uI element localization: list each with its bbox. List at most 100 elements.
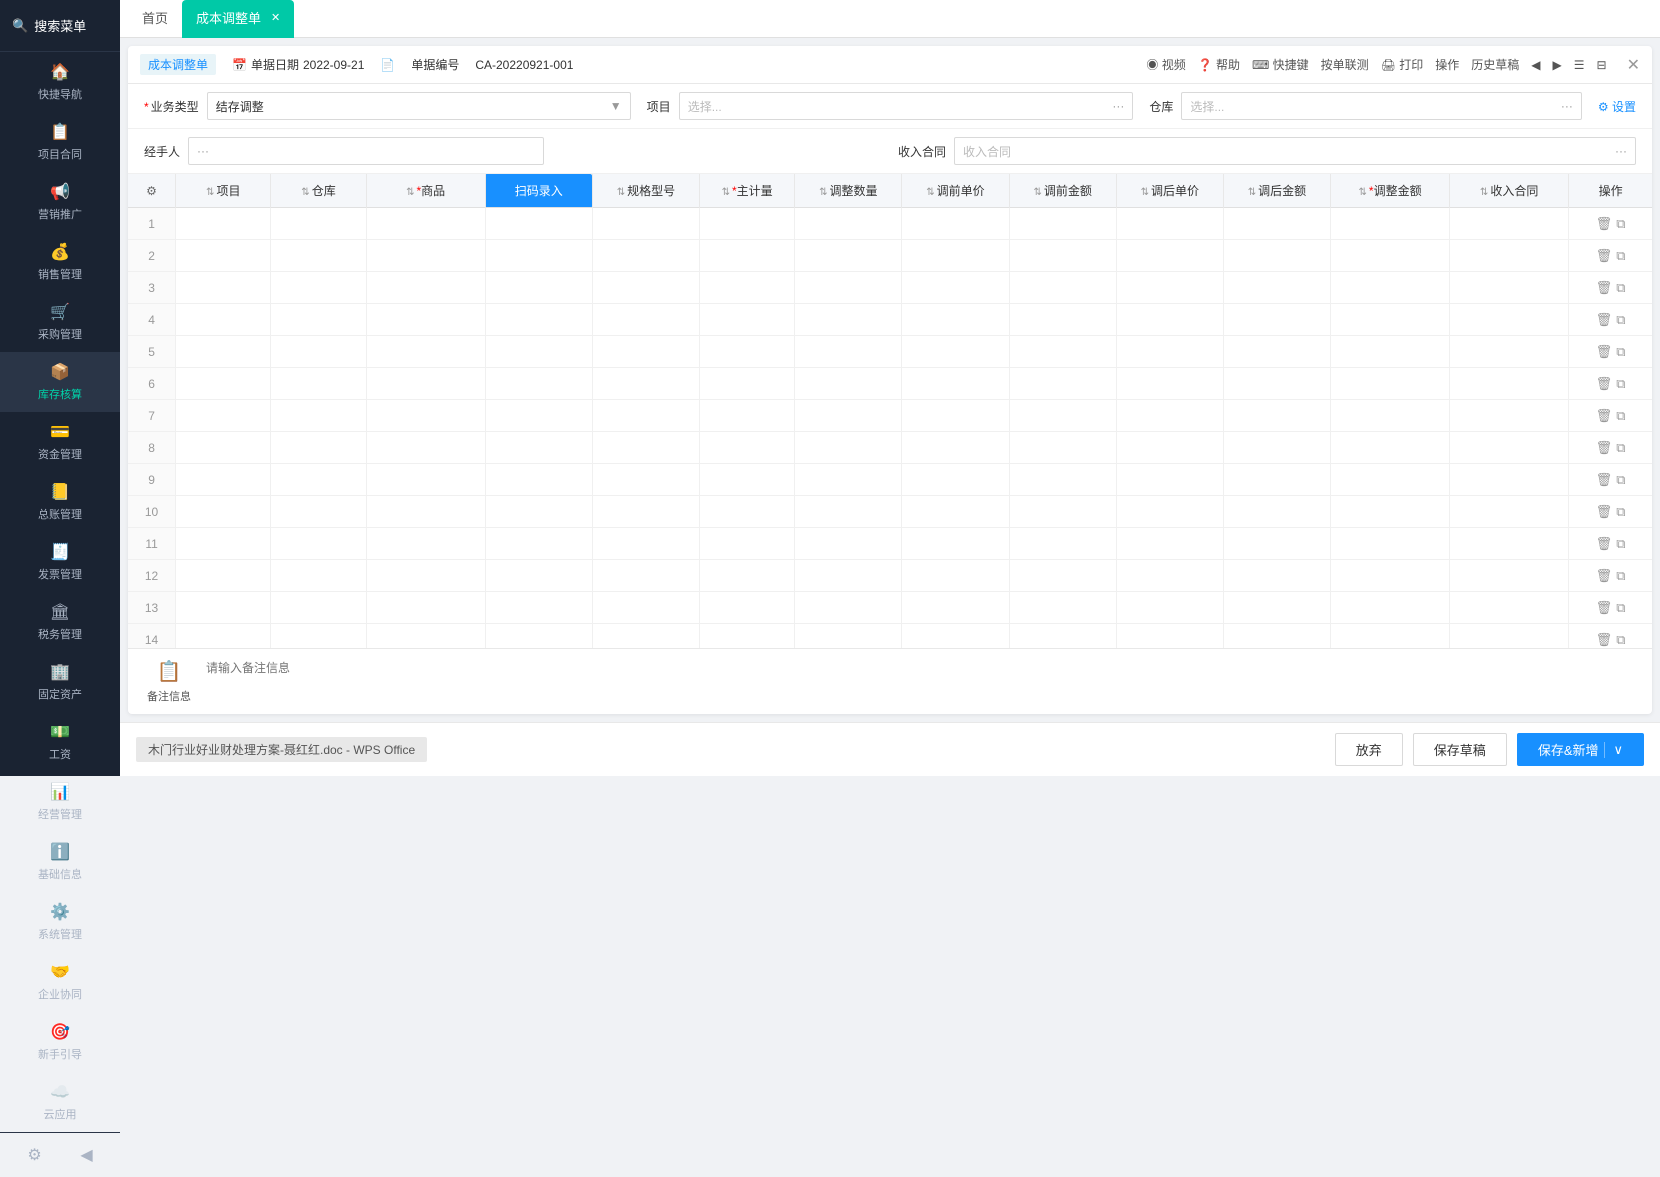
cell-project[interactable] bbox=[176, 304, 271, 336]
cell-product[interactable] bbox=[366, 208, 485, 240]
cell-after-price[interactable] bbox=[1116, 432, 1223, 464]
cell-scan[interactable] bbox=[485, 240, 592, 272]
cell-income-contract[interactable] bbox=[1450, 528, 1569, 560]
copy-row-icon[interactable]: ⧉ bbox=[1616, 504, 1625, 520]
cell-after-price[interactable] bbox=[1116, 304, 1223, 336]
cell-after-price[interactable] bbox=[1116, 464, 1223, 496]
cell-before-price[interactable] bbox=[902, 496, 1009, 528]
sidebar-item-invoice-mgmt[interactable]: 🧾 发票管理 bbox=[0, 532, 120, 592]
action-video[interactable]: ◉ 视频 bbox=[1146, 56, 1185, 73]
cell-before-amount[interactable] bbox=[1009, 304, 1116, 336]
cell-after-price[interactable] bbox=[1116, 368, 1223, 400]
cell-income-contract[interactable] bbox=[1450, 208, 1569, 240]
cell-before-price[interactable] bbox=[902, 528, 1009, 560]
discard-button[interactable]: 放弃 bbox=[1335, 733, 1403, 766]
remarks-input[interactable] bbox=[206, 659, 1636, 687]
cell-product[interactable] bbox=[366, 240, 485, 272]
cell-before-amount[interactable] bbox=[1009, 528, 1116, 560]
cell-spec[interactable] bbox=[592, 528, 699, 560]
cell-before-price[interactable] bbox=[902, 272, 1009, 304]
delete-row-icon[interactable]: 🗑 bbox=[1596, 312, 1613, 328]
delete-row-icon[interactable]: 🗑 bbox=[1596, 408, 1613, 424]
collapse-icon[interactable]: ◀ bbox=[80, 1145, 92, 1165]
cell-adjust-qty[interactable] bbox=[795, 336, 902, 368]
cell-income-contract[interactable] bbox=[1450, 560, 1569, 592]
sidebar-item-fixed-assets[interactable]: 🏢 固定资产 bbox=[0, 652, 120, 712]
cell-after-price[interactable] bbox=[1116, 592, 1223, 624]
cell-before-amount[interactable] bbox=[1009, 336, 1116, 368]
cell-unit[interactable] bbox=[700, 240, 795, 272]
cell-product[interactable] bbox=[366, 304, 485, 336]
cell-scan[interactable] bbox=[485, 592, 592, 624]
cell-warehouse[interactable] bbox=[271, 432, 366, 464]
cell-product[interactable] bbox=[366, 496, 485, 528]
cell-after-price[interactable] bbox=[1116, 560, 1223, 592]
sidebar-item-cloud-app[interactable]: ☁️ 云应用 bbox=[0, 1072, 120, 1132]
copy-row-icon[interactable]: ⧉ bbox=[1616, 408, 1625, 424]
th-scan[interactable]: 扫码录入 bbox=[485, 174, 592, 208]
copy-row-icon[interactable]: ⧉ bbox=[1616, 568, 1625, 584]
cell-unit[interactable] bbox=[700, 368, 795, 400]
sidebar-item-payroll[interactable]: 💵 工资 bbox=[0, 712, 120, 772]
cell-before-amount[interactable] bbox=[1009, 496, 1116, 528]
cell-before-amount[interactable] bbox=[1009, 464, 1116, 496]
cell-before-price[interactable] bbox=[902, 368, 1009, 400]
sidebar-item-ops-mgmt[interactable]: 📊 经营管理 bbox=[0, 772, 120, 832]
cell-unit[interactable] bbox=[700, 208, 795, 240]
cell-adjust-qty[interactable] bbox=[795, 272, 902, 304]
cell-unit[interactable] bbox=[700, 432, 795, 464]
copy-row-icon[interactable]: ⧉ bbox=[1616, 376, 1625, 392]
save-draft-button[interactable]: 保存草稿 bbox=[1413, 733, 1507, 766]
cell-after-amount[interactable] bbox=[1223, 496, 1330, 528]
cell-adjust-amount[interactable] bbox=[1331, 464, 1450, 496]
cell-adjust-qty[interactable] bbox=[795, 592, 902, 624]
cell-project[interactable] bbox=[176, 432, 271, 464]
cell-project[interactable] bbox=[176, 272, 271, 304]
cell-before-price[interactable] bbox=[902, 560, 1009, 592]
cell-scan[interactable] bbox=[485, 624, 592, 649]
copy-row-icon[interactable]: ⧉ bbox=[1616, 440, 1625, 456]
cell-adjust-qty[interactable] bbox=[795, 368, 902, 400]
cell-unit[interactable] bbox=[700, 624, 795, 649]
cell-warehouse[interactable] bbox=[271, 336, 366, 368]
cell-warehouse[interactable] bbox=[271, 400, 366, 432]
sidebar-item-ledger-mgmt[interactable]: 📒 总账管理 bbox=[0, 472, 120, 532]
cell-project[interactable] bbox=[176, 240, 271, 272]
cell-unit[interactable] bbox=[700, 272, 795, 304]
delete-row-icon[interactable]: 🗑 bbox=[1596, 344, 1613, 360]
action-print[interactable]: 🖨 打印 bbox=[1381, 56, 1424, 73]
save-new-button[interactable]: 保存&新增 ∨ bbox=[1517, 733, 1644, 766]
cell-scan[interactable] bbox=[485, 528, 592, 560]
delete-row-icon[interactable]: 🗑 bbox=[1596, 632, 1613, 648]
settings-icon[interactable]: ⚙ bbox=[27, 1145, 41, 1165]
sidebar-item-purchase-mgmt[interactable]: 🛒 采购管理 bbox=[0, 292, 120, 352]
cell-after-amount[interactable] bbox=[1223, 208, 1330, 240]
project-dots[interactable]: ··· bbox=[1112, 99, 1124, 113]
cell-before-amount[interactable] bbox=[1009, 240, 1116, 272]
copy-row-icon[interactable]: ⧉ bbox=[1616, 280, 1625, 296]
cell-after-price[interactable] bbox=[1116, 208, 1223, 240]
sidebar-item-sys-mgmt[interactable]: ⚙️ 系统管理 bbox=[0, 892, 120, 952]
cell-unit[interactable] bbox=[700, 400, 795, 432]
cell-project[interactable] bbox=[176, 624, 271, 649]
cell-adjust-amount[interactable] bbox=[1331, 624, 1450, 649]
tab-home[interactable]: 首页 bbox=[128, 0, 182, 38]
cell-scan[interactable] bbox=[485, 304, 592, 336]
cell-spec[interactable] bbox=[592, 432, 699, 464]
cell-adjust-qty[interactable] bbox=[795, 496, 902, 528]
cell-before-amount[interactable] bbox=[1009, 272, 1116, 304]
cell-project[interactable] bbox=[176, 528, 271, 560]
cell-before-price[interactable] bbox=[902, 592, 1009, 624]
delete-row-icon[interactable]: 🗑 bbox=[1596, 248, 1613, 264]
cell-adjust-amount[interactable] bbox=[1331, 272, 1450, 304]
cell-unit[interactable] bbox=[700, 528, 795, 560]
cell-product[interactable] bbox=[366, 400, 485, 432]
cell-warehouse[interactable] bbox=[271, 304, 366, 336]
delete-row-icon[interactable]: 🗑 bbox=[1596, 280, 1613, 296]
cell-after-amount[interactable] bbox=[1223, 240, 1330, 272]
copy-row-icon[interactable]: ⧉ bbox=[1616, 632, 1625, 648]
cell-product[interactable] bbox=[366, 432, 485, 464]
cell-warehouse[interactable] bbox=[271, 624, 366, 649]
delete-row-icon[interactable]: 🗑 bbox=[1596, 600, 1613, 616]
cell-product[interactable] bbox=[366, 592, 485, 624]
